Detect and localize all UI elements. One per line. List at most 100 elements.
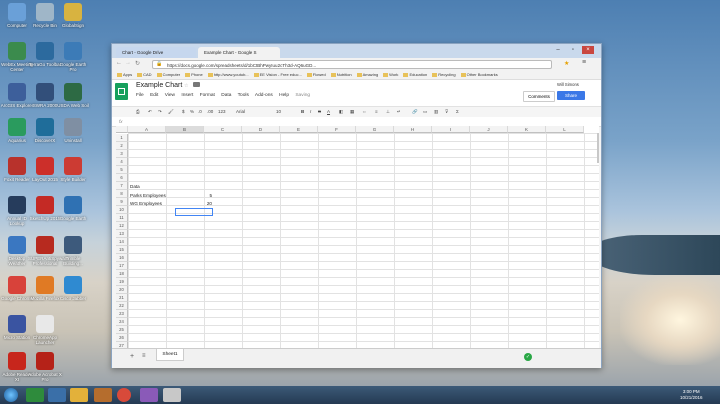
filter-icon[interactable]: ⊽ [445,107,448,117]
row-header[interactable]: 7 [116,182,128,190]
desktop-icon[interactable]: Uninstall [56,118,90,143]
star-icon[interactable]: ★ [564,60,569,67]
row-header[interactable]: 24 [116,318,128,326]
bookmark-item[interactable]: http://www.youtub... [207,71,249,79]
column-header-c[interactable]: C [204,126,242,133]
taskbar-chrome-icon[interactable] [117,388,131,402]
minimize-icon[interactable]: – [552,46,564,54]
back-icon[interactable]: ← [116,60,122,66]
row-header[interactable]: 18 [116,270,128,278]
menu-insert[interactable]: Insert [181,93,193,98]
taskbar-app3-icon[interactable] [94,388,112,402]
desktop-icon[interactable]: GlobalSign [56,3,90,28]
desktop-icon[interactable]: Style Builder [56,157,90,182]
row-header[interactable]: 13 [116,230,128,238]
desktop-icon[interactable]: Adobe Acrobat X Pro [28,352,62,382]
desktop-icon[interactable]: ChromeApp Launcher [28,315,62,345]
sheets-logo-icon[interactable] [115,83,128,100]
comment-icon[interactable]: ▭ [423,107,427,117]
merge-icon[interactable]: ⇔ [362,107,367,117]
row-header[interactable]: 9 [116,198,128,206]
decrease-decimal-button[interactable]: .0 [198,107,202,117]
chart-icon[interactable]: ▥ [434,107,438,117]
bookmark-item[interactable]: CAD [137,71,152,79]
column-header-l[interactable]: L [546,126,584,133]
desktop-icon[interactable]: Google Earth Pro [56,42,90,72]
close-icon[interactable]: × [582,46,594,54]
text-color-button[interactable]: A [327,107,330,117]
row-header[interactable]: 11 [116,214,128,222]
more-formats-button[interactable]: 123 [218,107,226,117]
bookmark-item[interactable]: Phone [185,71,203,79]
selected-cell-b5[interactable] [175,208,213,216]
all-sheets-icon[interactable]: ≡ [142,353,146,359]
column-header-a[interactable]: A [128,126,166,133]
row-header[interactable]: 3 [116,150,128,158]
bookmark-item[interactable]: Nutrition [330,71,352,79]
redo-icon[interactable]: ↷ [158,107,162,117]
functions-button[interactable]: Σ [456,107,459,117]
bookmark-item[interactable]: Computer [156,71,180,79]
percent-button[interactable]: % [190,107,194,117]
taskbar-app5-icon[interactable] [163,388,181,402]
align-icon[interactable]: ≡ [375,107,378,117]
valign-icon[interactable]: ⊥ [386,107,390,117]
tab-example-chart[interactable]: Example Chart - Google S [198,47,280,58]
row-header[interactable]: 19 [116,278,128,286]
taskbar-app2-icon[interactable] [48,388,66,402]
column-header-k[interactable]: K [508,126,546,133]
star-doc-icon[interactable]: ☆ [184,83,188,89]
menu-addons[interactable]: Add-ons [255,93,273,98]
bookmark-item[interactable]: Flowed [306,71,326,79]
forward-icon[interactable]: → [125,60,131,66]
row-header[interactable]: 2 [116,142,128,150]
bookmark-item[interactable]: Apps [117,71,132,79]
desktop-icon[interactable]: Trimble Building... [56,236,90,266]
fill-color-icon[interactable]: ◧ [339,107,343,117]
column-header-g[interactable]: G [356,126,394,133]
comments-button[interactable]: Comments [523,91,555,102]
desktop-icon[interactable]: Google Earth [56,196,90,221]
cell-a4[interactable]: WG Employees [129,200,163,208]
column-header-e[interactable]: E [280,126,318,133]
column-header-f[interactable]: F [318,126,356,133]
column-header-d[interactable]: D [242,126,280,133]
row-header[interactable]: 15 [116,246,128,254]
row-header[interactable]: 14 [116,238,128,246]
menu-data[interactable]: Data [221,93,231,98]
menu-view[interactable]: View [165,93,175,98]
row-header[interactable]: 8 [116,190,128,198]
column-header-b[interactable]: B [166,126,204,133]
sheet-tab-sheet1[interactable]: Sheet1 [156,349,184,361]
row-header[interactable]: 20 [116,286,128,294]
print-icon[interactable]: ⎙ [136,107,140,117]
font-select[interactable]: Arial [236,107,245,117]
reload-icon[interactable]: ↻ [135,60,140,67]
row-header[interactable]: 1 [116,134,128,142]
undo-icon[interactable]: ↶ [148,107,152,117]
strikethrough-button[interactable]: S [318,107,321,117]
bookmark-item[interactable]: Education [403,71,427,79]
bold-button[interactable]: B [301,107,304,117]
spreadsheet-grid[interactable]: ABCDEFGHIJKL 1 2 3 4 5 6 7 8 9 10 11 12 13 14 15 16 17 18… [116,126,599,348]
column-header-i[interactable]: I [432,126,470,133]
document-title[interactable]: Example Chart [136,82,182,89]
bookmark-item[interactable]: Amazing [356,71,378,79]
paint-format-icon[interactable]: 🖌 [168,107,174,117]
row-header[interactable]: 10 [116,206,128,214]
vertical-scrollbar[interactable] [597,133,599,163]
row-header[interactable]: 17 [116,262,128,270]
increase-decimal-button[interactable]: .00 [207,107,213,117]
cell-a2[interactable]: Data [129,183,141,191]
explore-icon[interactable]: ✓ [524,353,532,361]
maximize-icon[interactable]: ▫ [567,46,579,54]
row-header[interactable]: 12 [116,222,128,230]
menu-icon[interactable]: ≡ [582,59,586,66]
row-header[interactable]: 16 [116,254,128,262]
menu-format[interactable]: Format [200,93,215,98]
menu-help[interactable]: Help [279,93,289,98]
cell-a3[interactable]: Parks Employees [129,192,167,200]
cell-b3[interactable]: 5 [175,192,213,200]
row-header[interactable]: 25 [116,326,128,334]
italic-button[interactable]: I [310,107,311,117]
